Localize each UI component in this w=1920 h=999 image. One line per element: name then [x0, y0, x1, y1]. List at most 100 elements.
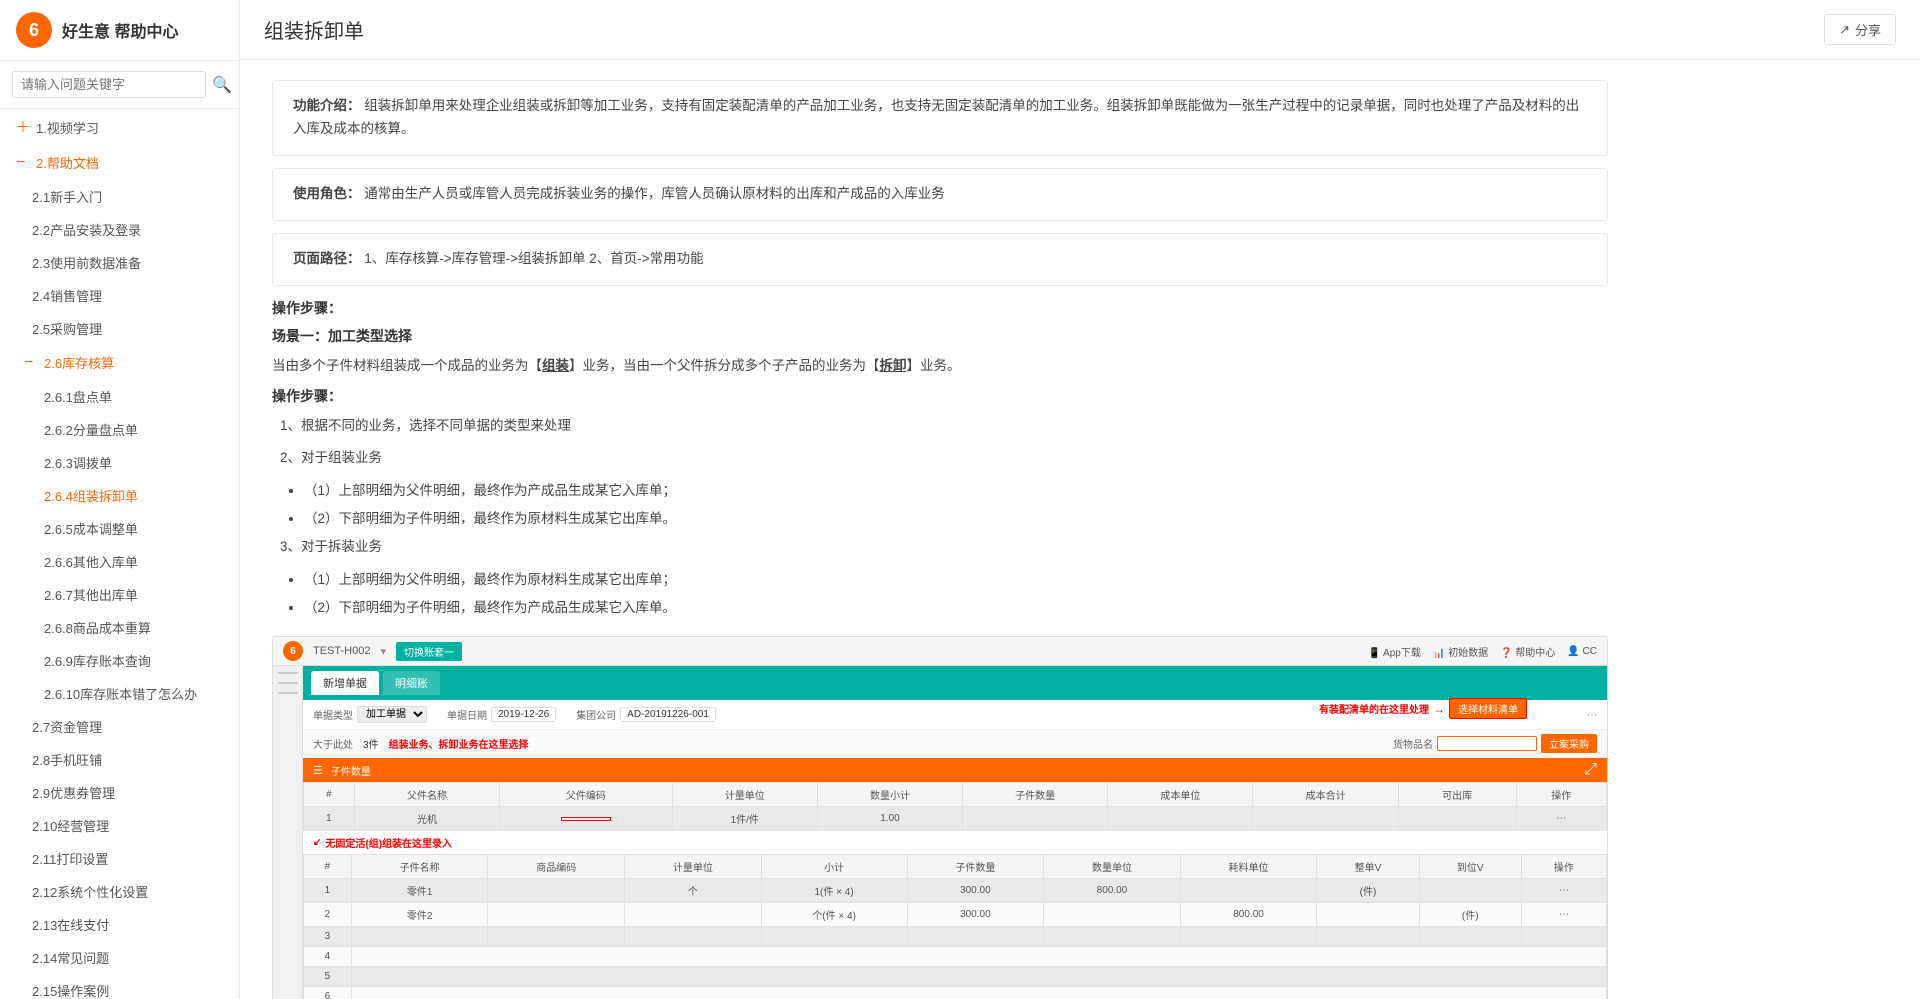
td2-child-qty: 300.00: [907, 879, 1044, 903]
sim-go-btn[interactable]: 立案采购: [1541, 734, 1597, 753]
sim-dept-value: AD-20191226-001: [620, 707, 716, 722]
sidebar-item-video-label: 1.视频学习: [36, 118, 99, 137]
table-row: 2 零件2 个(件 × 4) 300.00 800.00: [304, 903, 1607, 927]
sidebar-item-s23[interactable]: 2.3使用前数据准备: [0, 246, 239, 279]
sim-icon-app: 📱 App下载: [1368, 644, 1420, 659]
steps-list: 1、根据不同的业务，选择不同单据的类型来处理 2、对于组装业务 （1）上部明细为…: [280, 414, 1608, 620]
sim-dept-field: 集团公司 AD-20191226-001: [576, 707, 716, 722]
sidebar-item-s2610[interactable]: 2.6.10库存账本错了怎么办: [12, 677, 239, 710]
td-available: [1398, 807, 1516, 831]
path-label: 页面路径：: [293, 251, 361, 266]
sim-type-label: 单据类型: [313, 707, 353, 722]
sub-steps-1: （1）上部明细为父件明细，最终作为产成品生成某它入库单； （2）下部明细为子件明…: [304, 479, 1608, 532]
sidebar-item-s21[interactable]: 2.1新手入门: [0, 180, 239, 213]
sidebar-item-s27[interactable]: 2.7资金管理: [0, 710, 239, 743]
sim-table1: # 父件名称 父件编码 计量单位 数量小计 子件数量 成本单位: [303, 782, 1607, 831]
sidebar-item-s25[interactable]: 2.5采购管理: [0, 312, 239, 345]
td-parent-name: 光机: [354, 807, 499, 831]
sidebar-item-s28[interactable]: 2.8手机旺铺: [0, 743, 239, 776]
sim-tab-detail[interactable]: 明细账: [383, 671, 440, 695]
sidebar-item-docs[interactable]: − 2.帮助文档: [0, 145, 239, 180]
td-cost-unit: [1108, 807, 1253, 831]
sidebar-item-s211[interactable]: 2.11打印设置: [0, 842, 239, 875]
sidebar-item-s212[interactable]: 2.12系统个性化设置: [0, 875, 239, 908]
sim-tab-new[interactable]: 新增单据: [311, 671, 379, 695]
op-steps-section: 操作步骤： 场景一：加工类型选择 当由多个子件材料组装成一个成品的业务为【组装】…: [272, 298, 1608, 999]
sim-company: TEST-H002: [313, 645, 370, 657]
annotation4-area: ↙ 无固定活(组)组装在这里录入: [303, 831, 1607, 854]
sim-search-label: 货物品名: [1393, 736, 1433, 751]
td-empty-1: [351, 927, 488, 947]
main-header: 组装拆卸单 ↗ 分享: [240, 0, 1920, 60]
sidebar-item-s26[interactable]: − 2.6库存核算: [0, 345, 239, 380]
sidebar-item-s266[interactable]: 2.6.6其他入库单: [12, 545, 239, 578]
sidebar-item-s265[interactable]: 2.6.5成本调整单: [12, 512, 239, 545]
th-available: 可出库: [1398, 783, 1516, 807]
th2-op: 操作: [1521, 855, 1606, 879]
sidebar-item-s24[interactable]: 2.4销售管理: [0, 279, 239, 312]
sidebar-item-s269[interactable]: 2.6.9库存账本查询: [12, 644, 239, 677]
sidebar-item-s215[interactable]: 2.15操作案例: [0, 974, 239, 999]
sidebar-item-s213[interactable]: 2.13在线支付: [0, 908, 239, 941]
sim-dropdown-icon: ▾: [380, 645, 386, 658]
sim-form-row2: 大于此处 3件 组装业务、拆卸业务在这里选择 货物品名: [303, 730, 1607, 758]
scene1-title: 场景一：加工类型选择: [272, 326, 1608, 346]
sidebar-item-s210[interactable]: 2.10经营管理: [0, 809, 239, 842]
th-qty-sub: 数量小计: [817, 783, 962, 807]
logo-area: 6 好生意 帮助中心: [0, 0, 239, 61]
td-parent-code: [500, 807, 673, 831]
td2-code-2: [488, 903, 625, 927]
td2-op: ⋯: [1521, 879, 1606, 903]
sidebar-item-s22[interactable]: 2.2产品安装及登录: [0, 213, 239, 246]
search-button[interactable]: 🔍: [212, 75, 232, 95]
th-unit: 计量单位: [672, 783, 817, 807]
op-steps-title: 操作步骤：: [272, 298, 1608, 318]
sub-nav-docs: 2.1新手入门 2.2产品安装及登录 2.3使用前数据准备 2.4销售管理 2.…: [0, 180, 239, 999]
sidebar-item-s268[interactable]: 2.6.8商品成本重算: [12, 611, 239, 644]
sub-nav-s26: 2.6.1盘点单 2.6.2分量盘点单 2.6.3调拨单 2.6.4组装拆卸单 …: [0, 380, 239, 710]
annotation4-text: 无固定活(组)组装在这里录入: [325, 835, 452, 850]
sim-tab-bar: 新增单据 明细账: [303, 666, 1607, 700]
td-empty-6: [1044, 927, 1181, 947]
sidebar-item-video[interactable]: ＋ 1.视频学习: [0, 109, 239, 145]
sim-expand-icon[interactable]: ⤢: [1584, 761, 1597, 779]
td-seq: 1: [304, 807, 355, 831]
sim-btn-select[interactable]: 选择材料清单: [1449, 698, 1527, 719]
sidebar-item-s263[interactable]: 2.6.3调拨单: [12, 446, 239, 479]
share-button[interactable]: ↗ 分享: [1824, 14, 1896, 45]
sim-nav-btn[interactable]: 切换账套一: [396, 642, 462, 661]
content-inner: 功能介绍： 组装拆卸单用来处理企业组装或拆卸等加工业务，支持有固定装配清单的产品…: [240, 60, 1640, 999]
td2-unit: 个: [625, 879, 762, 903]
table-row: 1 光机 1件/件 1.00: [304, 807, 1607, 831]
th-seq: #: [304, 783, 355, 807]
table-row-empty3: 5: [304, 967, 1607, 987]
th-child-qty: 子件数量: [963, 783, 1108, 807]
role-block: 使用角色： 通常由生产人员或库管人员完成拆装业务的操作，库管人员确认原材料的出库…: [272, 168, 1608, 221]
sim-table1-area: # 父件名称 父件编码 计量单位 数量小计 子件数量 成本单位: [303, 782, 1607, 831]
sim-search-input[interactable]: [1437, 736, 1537, 751]
sim-type-field: 单据类型 加工单据 拆卸单据: [313, 706, 427, 723]
sidebar-item-s267[interactable]: 2.6.7其他出库单: [12, 578, 239, 611]
sidebar-item-s262[interactable]: 2.6.2分量盘点单: [12, 413, 239, 446]
sim-table2-area: # 子件名称 商品编码 计量单位 小计 子件数量 数量单位 耗料: [303, 854, 1607, 999]
td2-seq: 1: [304, 879, 352, 903]
role-text: 通常由生产人员或库管人员完成拆装业务的操作，库管人员确认原材料的出库和产成品的入…: [364, 186, 945, 201]
td-empty-5: [907, 927, 1044, 947]
sidebar-item-s214[interactable]: 2.14常见问题: [0, 941, 239, 974]
sub-step-2-1: （1）上部明细为父件明细，最终作为原材料生成某它出库单；: [304, 568, 1608, 592]
sidebar-item-s29[interactable]: 2.9优惠券管理: [0, 776, 239, 809]
td-child-qty: [963, 807, 1108, 831]
sub-step-1-2: （2）下部明细为子件明细，最终作为原材料生成某它出库单。: [304, 507, 1608, 531]
sim-icon-data: 📊 初始数据: [1433, 644, 1488, 659]
sim-type-select[interactable]: 加工单据 拆卸单据: [357, 706, 427, 723]
sidebar-item-s264[interactable]: 2.6.4组装拆卸单: [12, 479, 239, 512]
table-row: 1 零件1 个 1(件 × 4) 300.00 800.00: [304, 879, 1607, 903]
th2-arrive-v: 到位V: [1419, 855, 1521, 879]
sim-topbar: 6 TEST-H002 ▾ 切换账套一 📱 App下载 📊 初始数据 ❓ 帮助中…: [273, 637, 1607, 666]
search-input[interactable]: [12, 71, 206, 98]
sidebar-item-s261[interactable]: 2.6.1盘点单: [12, 380, 239, 413]
sim-left-icons: [273, 666, 303, 999]
app-logo-icon: 6: [16, 12, 52, 48]
sidebar-item-s26-label: 2.6库存核算: [44, 353, 114, 372]
table-row-empty: 3: [304, 927, 1607, 947]
